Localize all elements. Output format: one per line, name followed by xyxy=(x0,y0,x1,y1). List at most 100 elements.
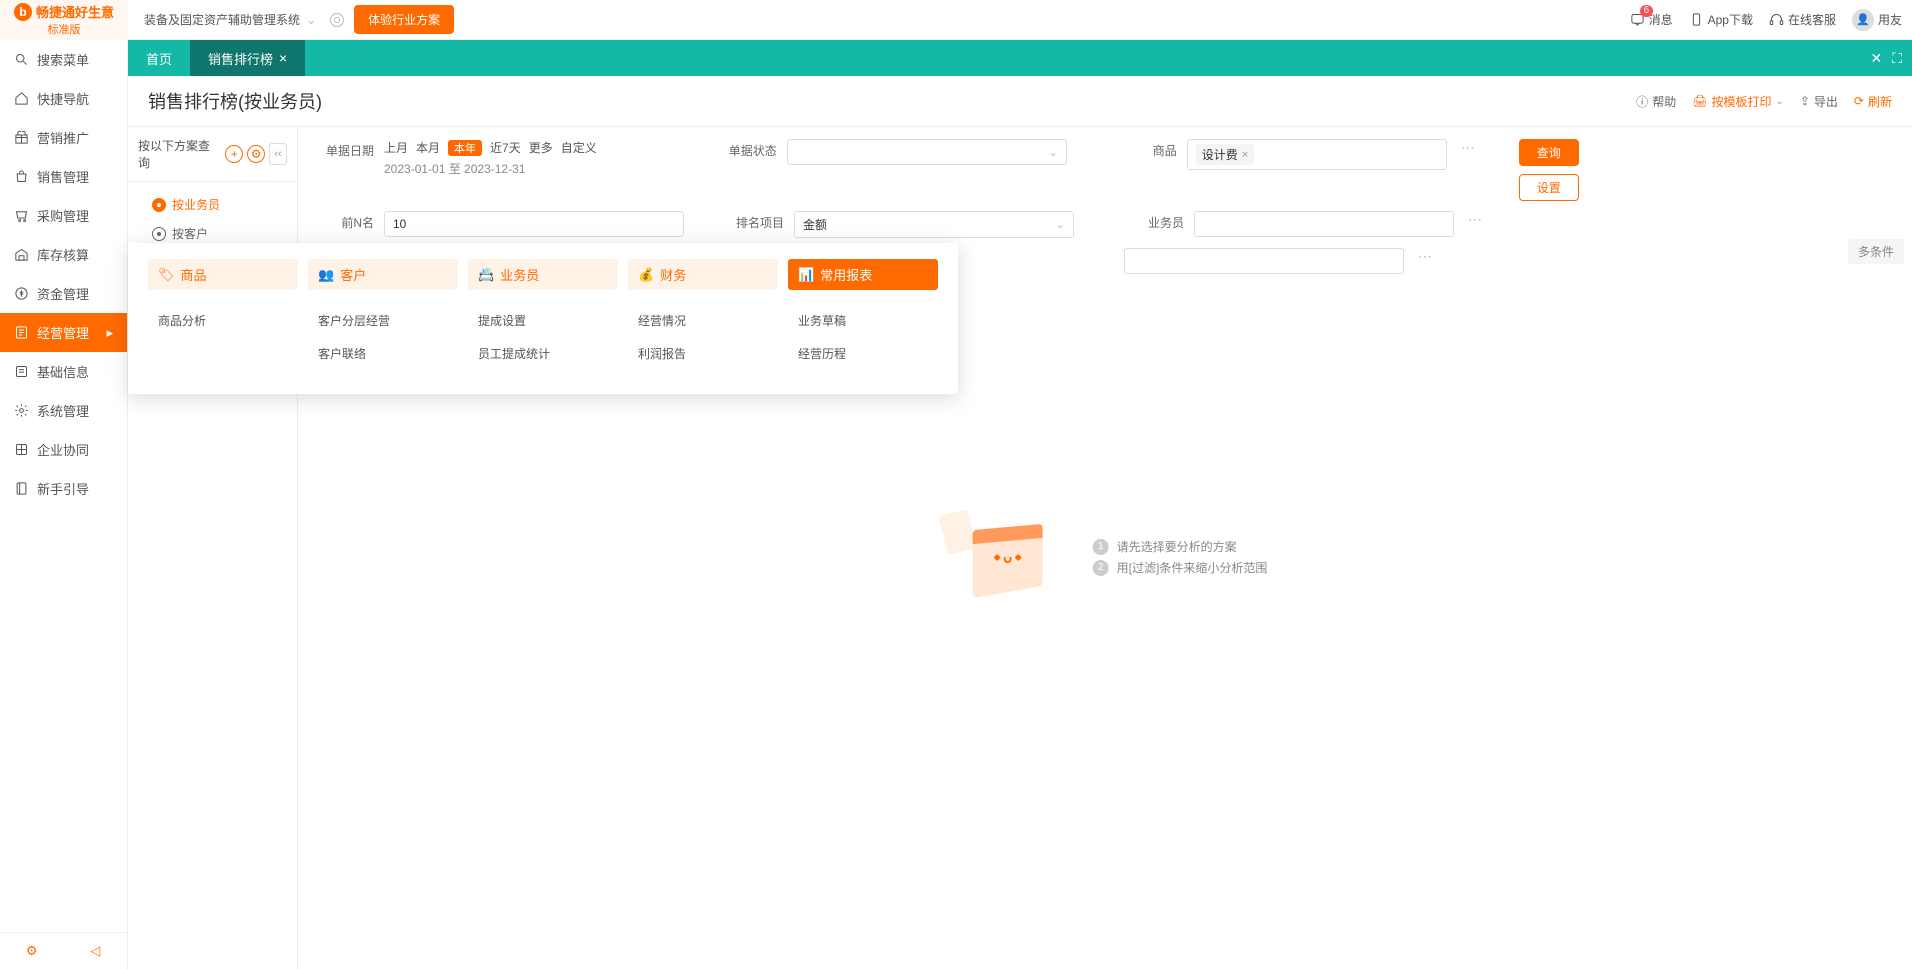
empty-step-1: 1请先选择要分析的方案 xyxy=(1093,538,1268,555)
sidebar-item-sales[interactable]: 销售管理 xyxy=(0,157,127,196)
app-header: b 畅捷通好生意 标准版 装备及固定资产辅助管理系统 ⌄ 体验行业方案 6 消息… xyxy=(0,0,1912,40)
tab-sales-ranking[interactable]: 销售排行榜 × xyxy=(190,40,305,76)
app-download-link[interactable]: App下载 xyxy=(1689,11,1753,28)
date-this-month[interactable]: 本月 xyxy=(416,139,440,156)
flyout-head-reports[interactable]: 📊常用报表 xyxy=(788,259,938,290)
flyout-link[interactable]: 客户联络 xyxy=(308,337,458,370)
flyout-link[interactable]: 提成设置 xyxy=(468,304,618,337)
sidebar: 搜索菜单 快捷导航 营销推广 销售管理 采购管理 库存核算 资金管理 经营管理▸… xyxy=(0,40,128,969)
flyout-head-finance[interactable]: 💰财务 xyxy=(628,259,778,290)
tag-remove-icon[interactable]: × xyxy=(1242,149,1248,161)
date-range-text: 2023-01-01 至 2023-12-31 xyxy=(384,160,597,177)
page-header: 销售排行榜(按业务员) ⓘ帮助 🖨按模板打印⌄ ⇪导出 ⟳刷新 xyxy=(128,76,1912,127)
chevron-down-icon[interactable]: ⌄ xyxy=(1775,96,1783,107)
filter-extra: ⋯ xyxy=(1124,248,1436,274)
sidebar-item-system[interactable]: 系统管理 xyxy=(0,391,127,430)
query-button[interactable]: 查询 xyxy=(1519,139,1579,166)
sidebar-item-purchase[interactable]: 采购管理 xyxy=(0,196,127,235)
flyout-link[interactable]: 经营历程 xyxy=(788,337,938,370)
scheme-settings-button[interactable]: ⚙ xyxy=(247,145,265,163)
flyout-col-product: 🏷商品 商品分析 xyxy=(148,259,298,370)
flyout-link[interactable]: 利润报告 xyxy=(628,337,778,370)
sidebar-item-guide[interactable]: 新手引导 xyxy=(0,469,127,508)
flyout-title: 商品 xyxy=(181,265,207,284)
product-input[interactable]: 设计费× xyxy=(1187,139,1447,170)
money-icon xyxy=(14,286,29,301)
date-last7[interactable]: 近7天 xyxy=(490,139,521,156)
date-this-year[interactable]: 本年 xyxy=(448,140,482,156)
rank-select[interactable]: 金额⌄ xyxy=(794,211,1074,238)
finance-icon: 💰 xyxy=(638,267,654,283)
sidebar-label: 库存核算 xyxy=(37,245,89,264)
gift-icon xyxy=(14,130,29,145)
scheme-item-salesman[interactable]: 按业务员 xyxy=(128,190,297,219)
topn-value: 10 xyxy=(393,217,406,231)
flyout-link[interactable]: 客户分层经营 xyxy=(308,304,458,337)
topn-input[interactable]: 10 xyxy=(384,211,684,237)
status-select[interactable]: ⌄ xyxy=(787,139,1067,165)
sidebar-label: 搜索菜单 xyxy=(37,50,89,69)
flyout-head-customer[interactable]: 👥客户 xyxy=(308,259,458,290)
filter-status: 单据状态 ⌄ xyxy=(717,139,1067,165)
sidebar-item-marketing[interactable]: 营销推广 xyxy=(0,118,127,157)
date-custom[interactable]: 自定义 xyxy=(561,139,597,156)
salesman-icon: 📇 xyxy=(478,267,494,283)
user-name: 用友 xyxy=(1878,11,1902,28)
sidebar-settings-button[interactable]: ⚙ xyxy=(0,933,64,969)
sidebar-item-funds[interactable]: 资金管理 xyxy=(0,274,127,313)
share-icon xyxy=(14,442,29,457)
system-selector[interactable]: 装备及固定资产辅助管理系统 ⌄ xyxy=(144,11,316,28)
close-icon[interactable]: × xyxy=(279,50,287,66)
try-plan-button[interactable]: 体验行业方案 xyxy=(354,5,454,34)
sidebar-label: 快捷导航 xyxy=(37,89,89,108)
date-more[interactable]: 更多 xyxy=(529,139,553,156)
chevron-down-icon: ⌄ xyxy=(1049,146,1058,159)
more-icon[interactable]: ⋯ xyxy=(1457,139,1479,156)
flyout-head-salesman[interactable]: 📇业务员 xyxy=(468,259,618,290)
phone-icon xyxy=(1689,12,1704,27)
more-icon[interactable]: ⋯ xyxy=(1464,211,1486,228)
collapse-scheme-button[interactable]: ‹‹ xyxy=(269,143,287,165)
help-link[interactable]: ⓘ帮助 xyxy=(1636,93,1676,110)
sidebar-label: 资金管理 xyxy=(37,284,89,303)
flyout-link[interactable]: 商品分析 xyxy=(148,304,298,337)
tab-bar: 首页 销售排行榜 × ✕ ⛶ xyxy=(128,40,1912,76)
empty-illustration xyxy=(943,507,1063,607)
print-button[interactable]: 🖨按模板打印⌄ xyxy=(1692,93,1784,110)
tab-home[interactable]: 首页 xyxy=(128,40,190,76)
sidebar-item-basic[interactable]: 基础信息 xyxy=(0,352,127,391)
date-last-month[interactable]: 上月 xyxy=(384,139,408,156)
empty-state: 1请先选择要分析的方案 2用[过滤]条件来缩小分析范围 xyxy=(943,507,1268,607)
report-icon xyxy=(14,325,29,340)
user-menu[interactable]: 👤 用友 xyxy=(1852,9,1902,31)
sidebar-label: 经营管理 xyxy=(37,323,89,342)
more-icon[interactable]: ⋯ xyxy=(1414,248,1436,265)
messages-link[interactable]: 6 消息 xyxy=(1630,11,1673,28)
topn-label: 前N名 xyxy=(314,211,374,231)
fullscreen-icon[interactable]: ⛶ xyxy=(1892,50,1902,67)
online-service-link[interactable]: 在线客服 xyxy=(1769,11,1836,28)
sidebar-item-search[interactable]: 搜索菜单 xyxy=(0,40,127,79)
extra-input[interactable] xyxy=(1124,248,1404,274)
sidebar-item-inventory[interactable]: 库存核算 xyxy=(0,235,127,274)
sidebar-item-business[interactable]: 经营管理▸ xyxy=(0,313,127,352)
gear-icon[interactable] xyxy=(330,13,344,27)
date-label: 单据日期 xyxy=(314,139,374,159)
sidebar-item-quicknav[interactable]: 快捷导航 xyxy=(0,79,127,118)
sidebar-collapse-button[interactable]: ◁ xyxy=(64,933,128,969)
export-button[interactable]: ⇪导出 xyxy=(1800,93,1838,110)
add-scheme-button[interactable]: + xyxy=(225,145,243,163)
rank-value: 金额 xyxy=(803,216,827,233)
main-area: 首页 销售排行榜 × ✕ ⛶ 销售排行榜(按业务员) ⓘ帮助 🖨按模板打印⌄ ⇪… xyxy=(128,40,1912,969)
refresh-button[interactable]: ⟳刷新 xyxy=(1854,93,1892,110)
flyout-link[interactable]: 经营情况 xyxy=(628,304,778,337)
reset-button[interactable]: 设置 xyxy=(1519,174,1579,201)
salesman-input[interactable] xyxy=(1194,211,1454,237)
tab-close-all-icon[interactable]: ✕ xyxy=(1870,50,1882,67)
more-conditions-toggle[interactable]: 多条件 xyxy=(1848,239,1904,264)
flyout-link[interactable]: 业务草稿 xyxy=(788,304,938,337)
sidebar-item-collab[interactable]: 企业协同 xyxy=(0,430,127,469)
filter-topn: 前N名 10 xyxy=(314,211,684,237)
flyout-head-product[interactable]: 🏷商品 xyxy=(148,259,298,290)
flyout-link[interactable]: 员工提成统计 xyxy=(468,337,618,370)
